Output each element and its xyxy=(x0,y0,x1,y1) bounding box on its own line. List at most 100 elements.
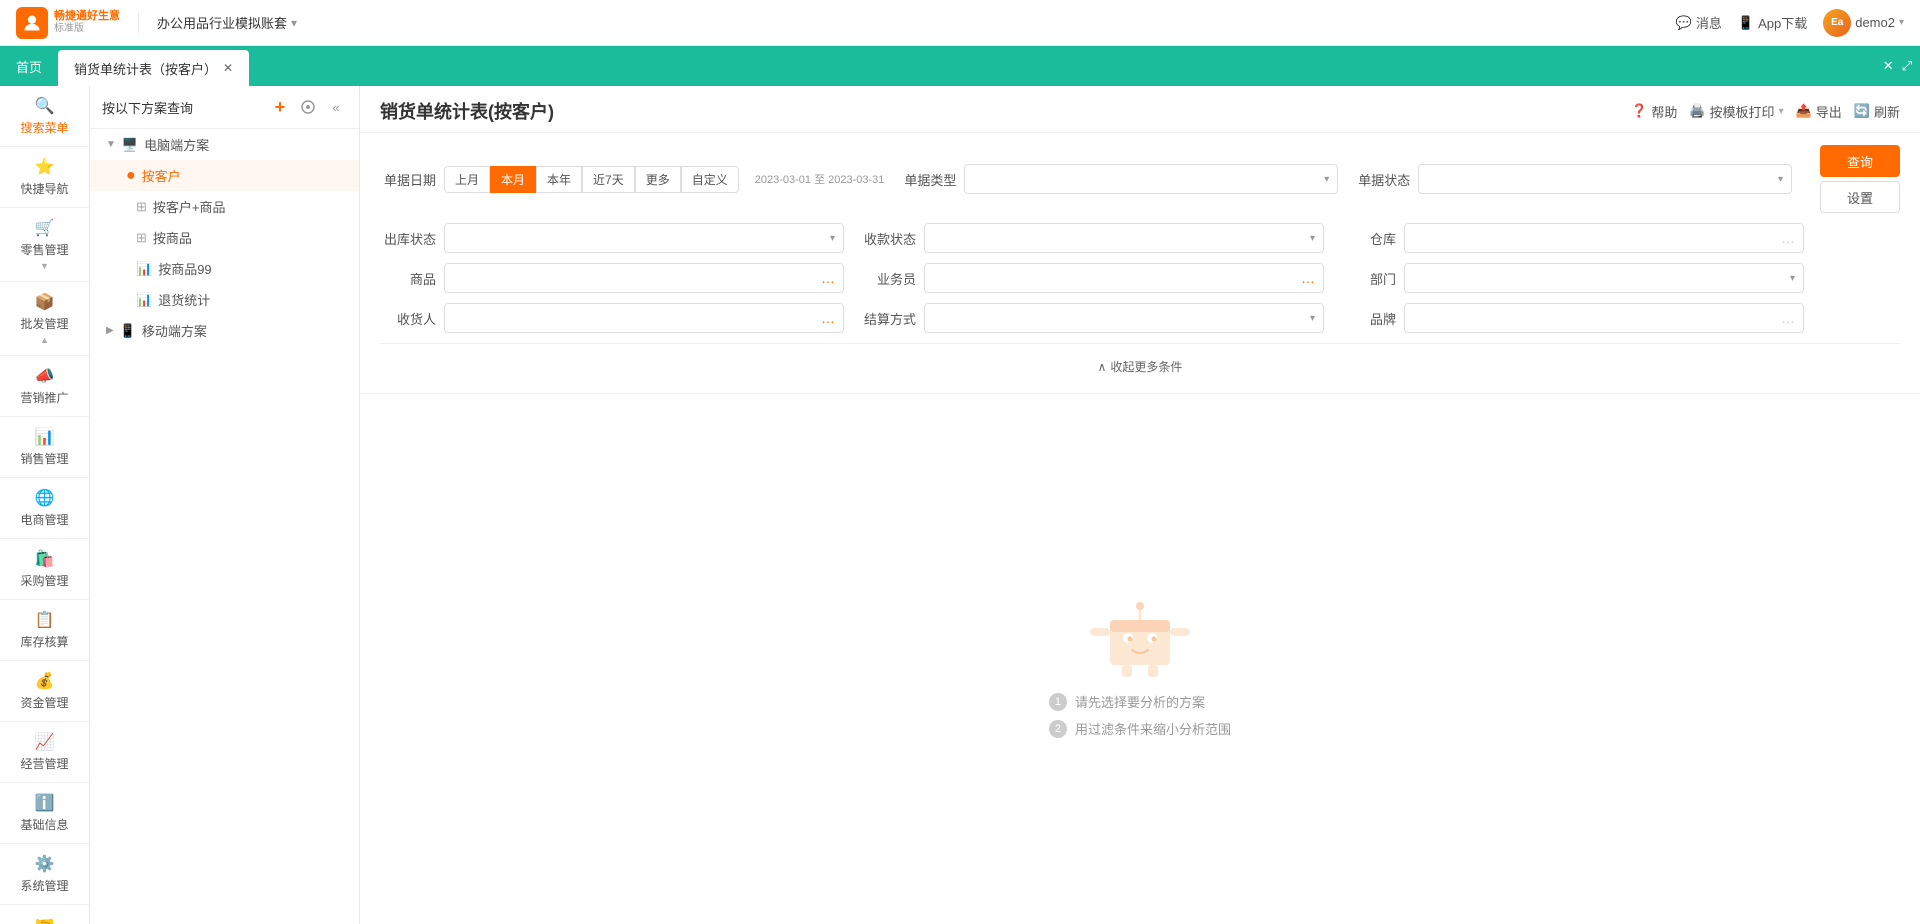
close-window-icon[interactable]: ✕ xyxy=(1883,58,1894,74)
date-btn-this-year[interactable]: 本年 xyxy=(536,166,582,193)
maximize-icon[interactable]: ⤢ xyxy=(1902,58,1912,74)
topbar-title[interactable]: 办公用品行业模拟账套 ▾ xyxy=(157,13,297,32)
warehouse-dots[interactable]: … xyxy=(1781,230,1795,246)
tree-item-by-product[interactable]: ⊞ 按商品 xyxy=(90,222,359,253)
query-btn[interactable]: 查询 xyxy=(1820,145,1900,177)
brand-dots[interactable]: … xyxy=(1781,310,1795,326)
action-buttons: 查询 设置 xyxy=(1820,145,1900,213)
basic-icon: ℹ️ xyxy=(35,793,55,813)
tree-item-by-customer-product[interactable]: ⊞ 按客户+商品 xyxy=(90,191,359,222)
tab-sales-stat[interactable]: 销货单统计表（按客户） ✕ xyxy=(58,50,249,86)
topbar-dropdown-icon[interactable]: ▾ xyxy=(291,16,297,30)
tree-item-by-customer[interactable]: ● 按客户 xyxy=(90,160,359,191)
tree-group-mobile[interactable]: ▶ 📱 移动端方案 xyxy=(90,315,359,346)
grid-icon-2: ⊞ xyxy=(136,230,147,246)
sidebar-item-sales[interactable]: 📊 销售管理 xyxy=(0,417,89,478)
sidebar-label-marketing: 营销推广 xyxy=(20,389,68,406)
date-btn-custom[interactable]: 自定义 xyxy=(681,166,739,193)
export-btn[interactable]: 📤 导出 xyxy=(1796,102,1842,121)
sidebar-label-search: 搜索菜单 xyxy=(20,119,68,136)
print-label: 按模板打印 xyxy=(1710,102,1775,121)
app-icon: 📱 xyxy=(1738,15,1754,31)
doc-status-select[interactable]: ▾ xyxy=(1418,164,1792,194)
refresh-btn[interactable]: 🔄 刷新 xyxy=(1854,102,1900,121)
settings-btn[interactable]: 设置 xyxy=(1820,181,1900,213)
brand-select[interactable]: … xyxy=(1404,303,1804,333)
tree-group-pc[interactable]: ▼ 🖥️ 电脑端方案 xyxy=(90,129,359,160)
collapse-label: 收起更多条件 xyxy=(1110,358,1182,375)
purchase-icon: 🛍️ xyxy=(35,549,55,569)
sidebar-item-search[interactable]: 🔍 搜索菜单 xyxy=(0,86,89,147)
sidebar-item-enterprise[interactable]: 🤝 企业协同 xyxy=(0,905,89,924)
logo-area: 畅捷通好生意 标准版 xyxy=(16,7,120,39)
help-label: 帮助 xyxy=(1651,102,1677,121)
brand-label: 品牌 xyxy=(1340,309,1396,328)
tree-item-by-product-99[interactable]: 📊 按商品99 xyxy=(90,253,359,284)
sidebar-item-ecommerce[interactable]: 🌐 电商管理 xyxy=(0,478,89,539)
salesman-select[interactable]: … xyxy=(924,263,1324,293)
filter-area: 单据日期 上月 本月 本年 近7天 更多 自定义 2023-03-01 至 20… xyxy=(360,133,1920,394)
sidebar-item-retail[interactable]: 🛒 零售管理 ▼ xyxy=(0,208,89,282)
edit-scheme-btn[interactable] xyxy=(297,96,319,118)
avatar: Ea xyxy=(1823,9,1851,37)
doc-type-select[interactable]: ▾ xyxy=(964,164,1338,194)
warehouse-select[interactable]: … xyxy=(1404,223,1804,253)
message-btn[interactable]: 💬 消息 xyxy=(1676,13,1722,32)
department-select[interactable]: ▾ xyxy=(1404,263,1804,293)
date-filter: 上月 本月 本年 近7天 更多 自定义 xyxy=(444,166,739,193)
date-btn-7days[interactable]: 近7天 xyxy=(582,166,635,193)
warehouse-label: 仓库 xyxy=(1340,229,1396,248)
sales-icon: 📊 xyxy=(35,427,55,447)
date-btn-more[interactable]: 更多 xyxy=(635,166,681,193)
pay-status-select[interactable]: ▾ xyxy=(924,223,1324,253)
receiver-dots[interactable]: … xyxy=(821,310,835,326)
message-label: 消息 xyxy=(1696,13,1722,32)
tree-item-return-stat[interactable]: 📊 退货统计 xyxy=(90,284,359,315)
salesman-dots[interactable]: … xyxy=(1301,270,1315,286)
user-area[interactable]: Ea demo2 ▾ xyxy=(1823,9,1904,37)
page-actions: ❓ 帮助 🖨️ 按模板打印 ▾ 📤 导出 � xyxy=(1631,102,1900,121)
collapse-bar: ∧ 收起更多条件 xyxy=(380,343,1900,381)
collapse-panel-btn[interactable]: « xyxy=(325,96,347,118)
date-label: 单据日期 xyxy=(380,170,436,189)
sidebar-item-quick-nav[interactable]: ⭐ 快捷导航 xyxy=(0,147,89,208)
page-title: 销货单统计表(按客户) xyxy=(380,98,554,124)
date-btn-this-month[interactable]: 本月 xyxy=(490,166,536,193)
out-status-select[interactable]: ▾ xyxy=(444,223,844,253)
doc-type-arrow: ▾ xyxy=(1324,174,1329,185)
print-dropdown[interactable]: ▾ xyxy=(1779,106,1784,117)
app-download-btn[interactable]: 📱 App下载 xyxy=(1738,13,1807,32)
settlement-select[interactable]: ▾ xyxy=(924,303,1324,333)
empty-illustration xyxy=(1080,580,1200,680)
tab-sales-stat-label: 销货单统计表（按客户） xyxy=(74,59,217,78)
receiver-select[interactable]: … xyxy=(444,303,844,333)
help-btn[interactable]: ❓ 帮助 xyxy=(1631,102,1677,121)
sidebar-item-basic[interactable]: ℹ️ 基础信息 xyxy=(0,783,89,844)
add-scheme-btn[interactable]: + xyxy=(269,96,291,118)
sidebar-item-finance[interactable]: 💰 资金管理 xyxy=(0,661,89,722)
pc-group-icon: 🖥️ xyxy=(122,137,138,153)
product-dots[interactable]: … xyxy=(821,270,835,286)
finance-icon: 💰 xyxy=(35,671,55,691)
print-btn[interactable]: 🖨️ 按模板打印 ▾ xyxy=(1689,102,1783,121)
tab-home[interactable]: 首页 xyxy=(0,46,58,86)
sidebar-item-system[interactable]: ⚙️ 系统管理 xyxy=(0,844,89,905)
sidebar-item-purchase[interactable]: 🛍️ 采购管理 xyxy=(0,539,89,600)
tab-close-icon[interactable]: ✕ xyxy=(223,61,233,75)
sidebar-item-inventory[interactable]: 📋 库存核算 xyxy=(0,600,89,661)
print-icon: 🖨️ xyxy=(1689,103,1705,119)
export-label: 导出 xyxy=(1816,102,1842,121)
sidebar-item-operations[interactable]: 📈 经营管理 xyxy=(0,722,89,783)
topbar: 畅捷通好生意 标准版 办公用品行业模拟账套 ▾ 💬 消息 📱 App下载 Ea xyxy=(0,0,1920,46)
ecommerce-icon: 🌐 xyxy=(35,488,55,508)
sidebar-item-wholesale[interactable]: 📦 批发管理 ▲ xyxy=(0,282,89,356)
department-arrow: ▾ xyxy=(1790,273,1795,284)
mobile-group-label: 移动端方案 xyxy=(142,321,207,340)
empty-state: 1 请先选择要分析的方案 2 用过滤条件来缩小分析范围 xyxy=(360,394,1920,924)
right-panel: 销货单统计表(按客户) ❓ 帮助 🖨️ 按模板打印 ▾ 📤 xyxy=(360,86,1920,924)
date-btn-last-month[interactable]: 上月 xyxy=(444,166,490,193)
collapse-btn[interactable]: ∧ 收起更多条件 xyxy=(1082,352,1199,381)
sidebar-item-marketing[interactable]: 📣 营销推广 xyxy=(0,356,89,417)
product-select[interactable]: … xyxy=(444,263,844,293)
pay-status-arrow: ▾ xyxy=(1310,233,1315,244)
